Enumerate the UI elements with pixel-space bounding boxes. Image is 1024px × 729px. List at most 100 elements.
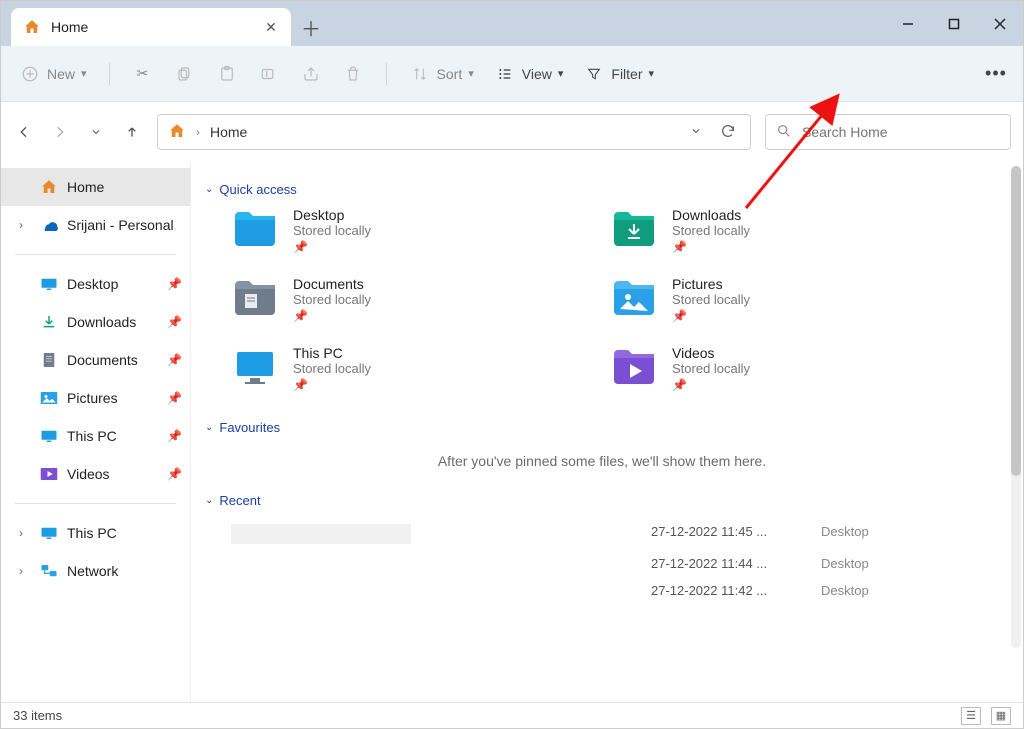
- recent-item[interactable]: 27-12-2022 11:45 ... Desktop: [205, 518, 999, 550]
- new-button[interactable]: New ▾: [13, 59, 93, 89]
- sidebar-item-label: Documents: [67, 352, 138, 368]
- sidebar-item-this-pc-tree[interactable]: › This PC: [1, 514, 190, 552]
- sidebar-item-label: This PC: [67, 525, 117, 541]
- sidebar-item-desktop[interactable]: Desktop 📌: [1, 265, 190, 303]
- quick-access-item-videos[interactable]: Videos Stored locally 📌: [610, 345, 959, 392]
- cut-icon: ✂: [132, 63, 154, 85]
- toolbar: New ▾ ✂ Sort ▾ View ▾ Filter ▾ •••: [1, 46, 1023, 102]
- nav-row: › Home: [1, 102, 1023, 162]
- address-dropdown[interactable]: [686, 124, 706, 140]
- videos-icon: [39, 464, 59, 484]
- more-options-button[interactable]: •••: [981, 63, 1011, 84]
- paste-button[interactable]: [210, 59, 244, 89]
- quick-access-heading[interactable]: ⌄ Quick access: [205, 182, 999, 197]
- chevron-right-icon[interactable]: ›: [19, 564, 31, 578]
- cut-button[interactable]: ✂: [126, 59, 160, 89]
- item-subtitle: Stored locally: [672, 292, 750, 307]
- view-button[interactable]: View ▾: [488, 59, 570, 89]
- downloads-icon: [39, 312, 59, 332]
- favourites-heading[interactable]: ⌄ Favourites: [205, 420, 999, 435]
- documents-icon: [39, 350, 59, 370]
- chevron-right-icon[interactable]: ›: [19, 526, 31, 540]
- recent-item-date: 27-12-2022 11:44 ...: [651, 556, 801, 571]
- sidebar-item-downloads[interactable]: Downloads 📌: [1, 303, 190, 341]
- pin-icon: 📌: [672, 378, 750, 392]
- sidebar-item-label: Videos: [67, 466, 110, 482]
- item-title: Downloads: [672, 207, 750, 223]
- search-input[interactable]: [802, 124, 1000, 140]
- new-tab-button[interactable]: ＋: [291, 8, 331, 46]
- recent-heading[interactable]: ⌄ Recent: [205, 493, 999, 508]
- quick-access-item-downloads[interactable]: Downloads Stored locally 📌: [610, 207, 959, 254]
- refresh-button[interactable]: [716, 123, 740, 142]
- window-minimize-button[interactable]: [885, 1, 931, 46]
- scrollbar[interactable]: [1011, 166, 1021, 648]
- quick-access-item-pictures[interactable]: Pictures Stored locally 📌: [610, 276, 959, 323]
- pictures-icon: [39, 388, 59, 408]
- content-area: ⌄ Quick access Desktop Stored locally 📌 …: [191, 162, 1023, 702]
- sidebar-item-label: Home: [67, 179, 104, 195]
- sidebar: Home › Srijani - Personal Desktop 📌 Down…: [1, 162, 191, 702]
- forward-button[interactable]: [49, 121, 71, 143]
- status-bar: 33 items ☰ ▦: [1, 702, 1023, 728]
- chevron-down-icon: ▾: [468, 67, 474, 80]
- item-subtitle: Stored locally: [672, 361, 750, 376]
- item-title: Videos: [672, 345, 750, 361]
- sidebar-item-videos[interactable]: Videos 📌: [1, 455, 190, 493]
- sidebar-item-home[interactable]: Home: [1, 168, 190, 206]
- window-close-button[interactable]: [977, 1, 1023, 46]
- pin-icon: 📌: [167, 353, 182, 367]
- recent-item[interactable]: 27-12-2022 11:44 ... Desktop: [205, 550, 999, 577]
- pin-icon: 📌: [167, 467, 182, 481]
- monitor-icon: [39, 426, 59, 446]
- sidebar-item-this-pc[interactable]: This PC 📌: [1, 417, 190, 455]
- rename-button[interactable]: [252, 59, 286, 89]
- filter-button[interactable]: Filter ▾: [577, 59, 660, 89]
- sort-button[interactable]: Sort ▾: [403, 59, 480, 89]
- quick-access-item-documents[interactable]: Documents Stored locally 📌: [231, 276, 580, 323]
- item-title: This PC: [293, 345, 371, 361]
- quick-access-item-this-pc[interactable]: This PC Stored locally 📌: [231, 345, 580, 392]
- delete-button[interactable]: [336, 59, 370, 89]
- item-subtitle: Stored locally: [293, 223, 371, 238]
- sidebar-item-documents[interactable]: Documents 📌: [1, 341, 190, 379]
- status-item-count: 33 items: [13, 708, 62, 723]
- share-icon: [300, 63, 322, 85]
- documents-folder-icon: [231, 276, 279, 318]
- home-icon: [23, 18, 41, 36]
- rename-icon: [258, 63, 280, 85]
- new-label: New: [47, 66, 75, 82]
- favourites-empty-text: After you've pinned some files, we'll sh…: [205, 453, 999, 469]
- search-icon: [776, 123, 792, 142]
- section-label: Recent: [219, 493, 260, 508]
- tab-home[interactable]: Home ✕: [11, 8, 291, 46]
- quick-access-item-desktop[interactable]: Desktop Stored locally 📌: [231, 207, 580, 254]
- details-view-button[interactable]: ☰: [961, 707, 981, 725]
- desktop-folder-icon: [231, 207, 279, 249]
- address-bar[interactable]: › Home: [157, 114, 751, 150]
- search-box[interactable]: [765, 114, 1011, 150]
- back-button[interactable]: [13, 121, 35, 143]
- breadcrumb-home[interactable]: Home: [210, 124, 247, 140]
- window-maximize-button[interactable]: [931, 1, 977, 46]
- scrollbar-thumb[interactable]: [1011, 166, 1021, 476]
- history-dropdown[interactable]: [85, 121, 107, 143]
- up-button[interactable]: [121, 121, 143, 143]
- pin-icon: 📌: [293, 309, 371, 323]
- share-button[interactable]: [294, 59, 328, 89]
- tab-close-icon[interactable]: ✕: [263, 19, 279, 36]
- copy-button[interactable]: [168, 59, 202, 89]
- chevron-down-icon: ⌄: [205, 184, 213, 195]
- chevron-right-icon[interactable]: ›: [19, 218, 31, 232]
- pictures-folder-icon: [610, 276, 658, 318]
- recent-item[interactable]: 27-12-2022 11:42 ... Desktop: [205, 577, 999, 604]
- paste-icon: [216, 63, 238, 85]
- item-subtitle: Stored locally: [293, 292, 371, 307]
- view-icon: [494, 63, 516, 85]
- sidebar-item-onedrive[interactable]: › Srijani - Personal: [1, 206, 190, 244]
- sidebar-item-pictures[interactable]: Pictures 📌: [1, 379, 190, 417]
- copy-icon: [174, 63, 196, 85]
- thumbnails-view-button[interactable]: ▦: [991, 707, 1011, 725]
- pin-icon: 📌: [672, 309, 750, 323]
- sidebar-item-network[interactable]: › Network: [1, 552, 190, 590]
